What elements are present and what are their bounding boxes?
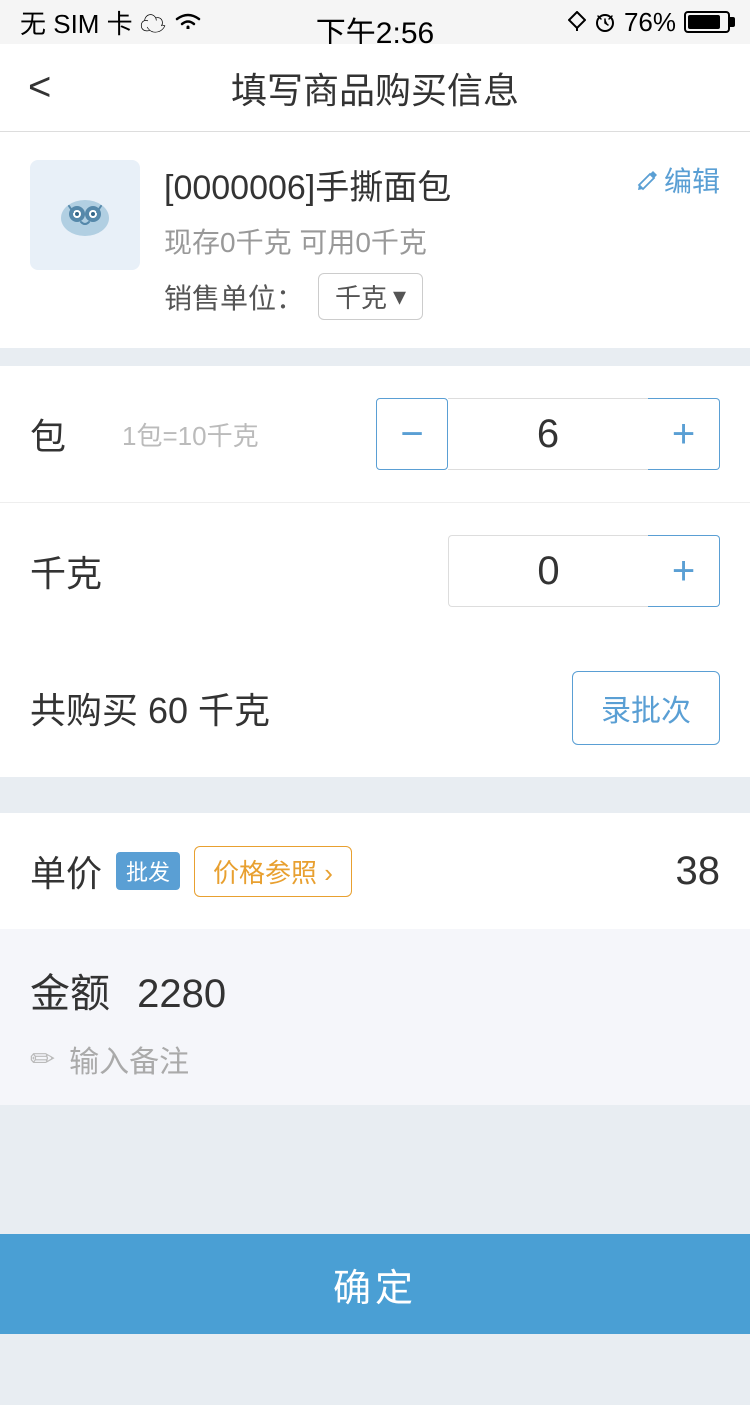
page-title: 填写商品购买信息 — [231, 62, 519, 114]
product-stock: 现存0千克 可用0千克 — [164, 221, 720, 261]
price-label: 单价 — [30, 845, 102, 897]
divider-1 — [0, 348, 750, 366]
input-section: 包 1包=10千克 − + 千克 + — [0, 366, 750, 639]
kg-input[interactable] — [448, 535, 648, 607]
amount-section: 金额 2280 ✏ 输入备注 — [0, 929, 750, 1105]
edit-button[interactable]: 编辑 — [636, 160, 720, 200]
remark-placeholder: 输入备注 — [69, 1037, 189, 1081]
kg-plus-button[interactable]: + — [648, 535, 720, 607]
kg-stepper: + — [448, 535, 720, 607]
bao-stepper: − + — [376, 398, 720, 470]
bao-plus-button[interactable]: + — [648, 398, 720, 470]
batch-button[interactable]: 录批次 — [572, 671, 720, 745]
remark-row[interactable]: ✏ 输入备注 — [30, 1037, 720, 1081]
amount-value: 2280 — [137, 972, 226, 1016]
wifi-icon — [174, 11, 202, 33]
price-value: 38 — [676, 849, 721, 894]
edit-label: 编辑 — [664, 160, 720, 200]
kg-label: 千克 — [30, 545, 110, 597]
nav-bar: < 填写商品购买信息 — [0, 44, 750, 132]
product-unit-row: 销售单位： 千克 ▾ — [164, 273, 720, 320]
alarm-icon — [594, 11, 616, 33]
price-label-group: 单价 批发 价格参照 › — [30, 845, 352, 897]
sim-label: 无 SIM 卡 ☁ — [20, 4, 166, 41]
back-button[interactable]: < — [28, 65, 51, 110]
product-thumbnail — [30, 160, 140, 270]
divider-2 — [0, 777, 750, 795]
confirm-button[interactable]: 确定 — [0, 1234, 750, 1334]
product-card: [0000006]手撕面包 现存0千克 可用0千克 销售单位： 千克 ▾ 编辑 — [0, 132, 750, 348]
price-ref-button[interactable]: 价格参照 › — [194, 846, 352, 897]
battery-percent: 76% — [624, 7, 676, 38]
price-type-badge: 批发 — [116, 852, 180, 890]
status-right: 76% — [568, 7, 730, 38]
chevron-down-icon: ▾ — [393, 281, 406, 312]
edit-icon — [636, 169, 658, 191]
total-text: 共购买 60 千克 — [30, 682, 270, 734]
battery-icon — [684, 11, 730, 33]
amount-row: 金额 2280 — [30, 961, 720, 1019]
location-icon — [568, 11, 586, 33]
bao-input-row: 包 1包=10千克 − + — [0, 366, 750, 503]
bao-input[interactable] — [448, 398, 648, 470]
kg-input-row: 千克 + — [0, 503, 750, 639]
pencil-icon: ✏ — [30, 1042, 55, 1077]
bao-minus-button[interactable]: − — [376, 398, 448, 470]
total-row: 共购买 60 千克 录批次 — [0, 639, 750, 777]
bao-hint: 1包=10千克 — [122, 416, 376, 453]
unit-select[interactable]: 千克 ▾ — [318, 273, 423, 320]
product-logo-icon — [55, 190, 115, 240]
unit-label: 销售单位： — [164, 277, 304, 317]
price-section: 单价 批发 价格参照 › 38 — [0, 813, 750, 929]
status-bar: 无 SIM 卡 ☁ 下午2:56 76% — [0, 0, 750, 44]
bao-label: 包 — [30, 408, 110, 460]
status-left: 无 SIM 卡 ☁ — [20, 4, 202, 41]
amount-label: 金额 — [30, 972, 110, 1016]
